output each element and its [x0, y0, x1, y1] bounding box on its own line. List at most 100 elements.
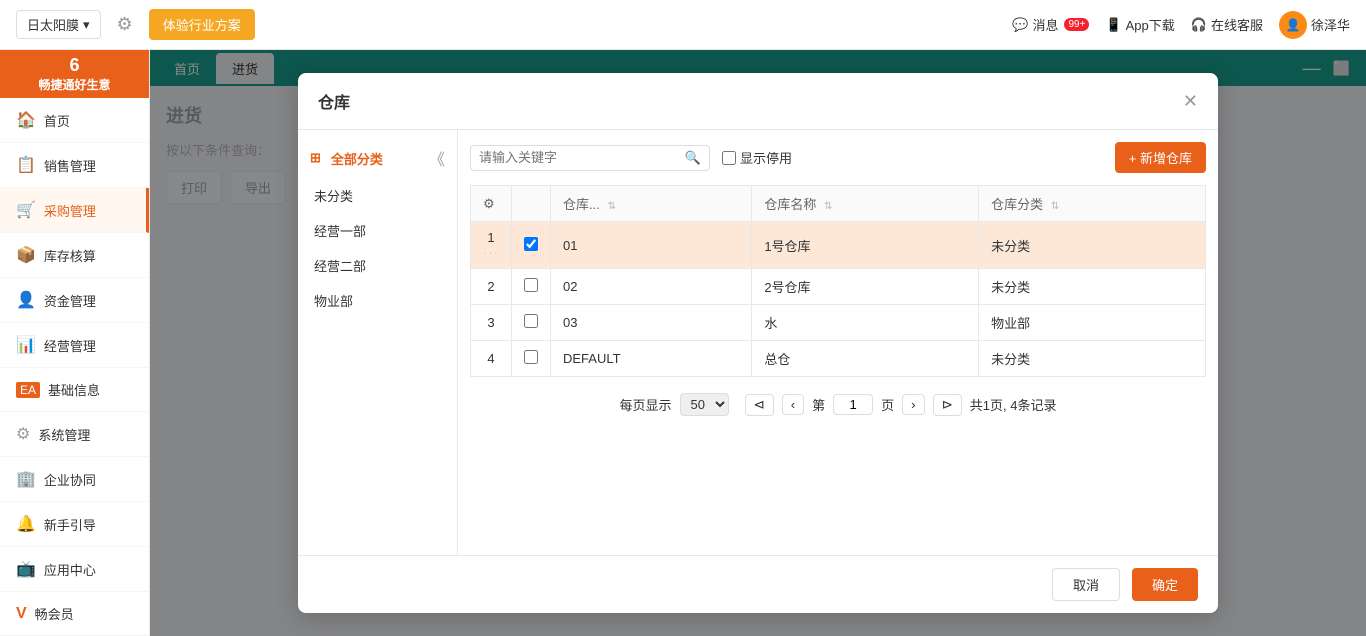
main-content: 首页 进货 — ⬜ 进货 按以下条件查询： 打印 导出 刷新 查询 设置 [150, 50, 1366, 636]
sidebar-item-system[interactable]: ⚙ 系统管理 [0, 412, 149, 457]
row-category: 未分类 [979, 341, 1206, 377]
inventory-icon: 📦 [16, 245, 36, 265]
category-all-label: 全部分类 [331, 149, 383, 168]
row-gear: 1··· [471, 222, 512, 269]
warehouse-table: ⚙ 仓库... ⇅ 仓库名称 ⇅ [470, 185, 1206, 377]
prev-page-btn[interactable]: ‹ [782, 394, 804, 415]
row-code: 03 [551, 305, 752, 341]
table-row[interactable]: 3 03 水 物业部 [471, 305, 1206, 341]
sidebar-label-operations: 经营管理 [44, 336, 96, 355]
col-code: 仓库... ⇅ [551, 186, 752, 222]
table-row[interactable]: 4 DEFAULT 总仓 未分类 [471, 341, 1206, 377]
page-number-input[interactable] [833, 394, 873, 415]
header-left: 日太阳膜 ▾ ⚙ 体验行业方案 [16, 9, 255, 40]
store-name: 日太阳膜 [27, 15, 79, 34]
category-header[interactable]: ⊞ 全部分类 《 [298, 138, 457, 178]
row-checkbox-cell [512, 222, 551, 269]
content-panel: 🔍 显示停用 + 新增仓库 ⚙ [458, 130, 1218, 555]
sidebar-label-basic: 基础信息 [48, 380, 100, 399]
app-download-item[interactable]: 📱 App下载 [1105, 15, 1174, 34]
table-row[interactable]: 1··· 01 1号仓库 未分类 [471, 222, 1206, 269]
trial-button[interactable]: 体验行业方案 [149, 9, 255, 40]
show-disabled-checkbox[interactable] [722, 151, 736, 165]
sidebar-item-enterprise[interactable]: 🏢 企业协同 [0, 457, 149, 502]
guide-icon: 🔔 [16, 514, 36, 534]
row-checkbox-0[interactable] [524, 237, 538, 251]
row-category: 未分类 [979, 222, 1206, 269]
first-page-btn[interactable]: ⊲ [745, 394, 774, 416]
page-label: 第 [812, 395, 825, 414]
category-item-property[interactable]: 物业部 [298, 283, 457, 318]
row-category: 未分类 [979, 269, 1206, 305]
cancel-button[interactable]: 取消 [1052, 568, 1120, 601]
row-checkbox-cell [512, 341, 551, 377]
per-page-select[interactable]: 50 [680, 393, 729, 416]
total-info: 共1页, 4条记录 [970, 395, 1057, 414]
search-input[interactable] [479, 150, 685, 165]
modal-close-button[interactable]: ✕ [1183, 91, 1198, 112]
pagination: 每页显示 50 ⊲ ‹ 第 页 › ⊳ 共1页, 4 [470, 381, 1206, 428]
vip-icon: V [16, 605, 27, 623]
row-actions-dots[interactable]: ··· [483, 245, 499, 260]
appcenter-icon: 📺 [16, 559, 36, 579]
row-checkbox-3[interactable] [524, 350, 538, 364]
row-code: 01 [551, 222, 752, 269]
category-all: ⊞ 全部分类 [310, 149, 383, 168]
sort-icon-category: ⇅ [1051, 201, 1059, 212]
row-category: 物业部 [979, 305, 1206, 341]
sidebar-label-home: 首页 [44, 111, 70, 130]
home-icon: 🏠 [16, 110, 36, 130]
category-panel: ⊞ 全部分类 《 未分类 经营一部 经营二部 物业部 [298, 130, 458, 555]
search-icon[interactable]: 🔍 [685, 150, 701, 166]
show-disabled-label[interactable]: 显示停用 [722, 148, 792, 167]
sidebar-item-purchase[interactable]: 🛒 采购管理 [0, 188, 149, 233]
collapse-icon[interactable]: 《 [429, 146, 445, 170]
category-item-ops2[interactable]: 经营二部 [298, 248, 457, 283]
messages-item[interactable]: 💬 消息 99+ [1012, 15, 1089, 34]
sidebar-item-finance[interactable]: 👤 资金管理 [0, 278, 149, 323]
sales-icon: 📋 [16, 155, 36, 175]
next-page-btn[interactable]: › [902, 394, 924, 415]
online-service-item[interactable]: 🎧 在线客服 [1191, 15, 1263, 34]
category-item-unclassified[interactable]: 未分类 [298, 178, 457, 213]
sidebar-item-vip[interactable]: V 畅会员 [0, 592, 149, 636]
row-checkbox-cell [512, 269, 551, 305]
sidebar-item-sales[interactable]: 📋 销售管理 [0, 143, 149, 188]
modal-header: 仓库 ✕ [298, 73, 1218, 130]
modal-title: 仓库 [318, 89, 350, 113]
sidebar-label-inventory: 库存核算 [44, 246, 96, 265]
store-selector[interactable]: 日太阳膜 ▾ [16, 10, 101, 39]
modal-overlay: 仓库 ✕ ⊞ 全部分类 《 未分类 [150, 50, 1366, 636]
row-checkbox-1[interactable] [524, 278, 538, 292]
sidebar-label-finance: 资金管理 [44, 291, 96, 310]
sidebar-item-guide[interactable]: 🔔 新手引导 [0, 502, 149, 547]
settings-icon[interactable]: ⚙ [117, 14, 133, 35]
row-name: 水 [752, 305, 979, 341]
modal-footer: 取消 确定 [298, 555, 1218, 613]
sidebar-item-basic[interactable]: EA 基础信息 [0, 368, 149, 412]
category-item-ops1[interactable]: 经营一部 [298, 213, 457, 248]
add-warehouse-button[interactable]: + 新增仓库 [1115, 142, 1206, 173]
username-label: 徐泽华 [1311, 15, 1350, 34]
sidebar-item-inventory[interactable]: 📦 库存核算 [0, 233, 149, 278]
sidebar-label-guide: 新手引导 [44, 515, 96, 534]
confirm-button[interactable]: 确定 [1132, 568, 1198, 601]
sidebar-label-purchase: 采购管理 [44, 201, 96, 220]
col-checkbox [512, 186, 551, 222]
sidebar-item-operations[interactable]: 📊 经营管理 [0, 323, 149, 368]
table-row[interactable]: 2 02 2号仓库 未分类 [471, 269, 1206, 305]
last-page-btn[interactable]: ⊳ [933, 394, 962, 416]
sort-icon-name: ⇅ [824, 201, 832, 212]
main-layout: 6 畅捷通好生意 🏠 首页 📋 销售管理 🛒 采购管理 📦 库存核算 👤 资金管… [0, 50, 1366, 636]
logo-brand: 畅捷通好生意 [38, 76, 110, 93]
sidebar-item-appcenter[interactable]: 📺 应用中心 [0, 547, 149, 592]
messages-badge: 99+ [1064, 18, 1089, 31]
col-name: 仓库名称 ⇅ [752, 186, 979, 222]
row-name: 总仓 [752, 341, 979, 377]
row-code: DEFAULT [551, 341, 752, 377]
col-gear: ⚙ [471, 186, 512, 222]
sidebar-item-home[interactable]: 🏠 首页 [0, 98, 149, 143]
user-item[interactable]: 👤 徐泽华 [1279, 11, 1350, 39]
grid-icon: ⊞ [310, 150, 321, 166]
row-checkbox-2[interactable] [524, 314, 538, 328]
